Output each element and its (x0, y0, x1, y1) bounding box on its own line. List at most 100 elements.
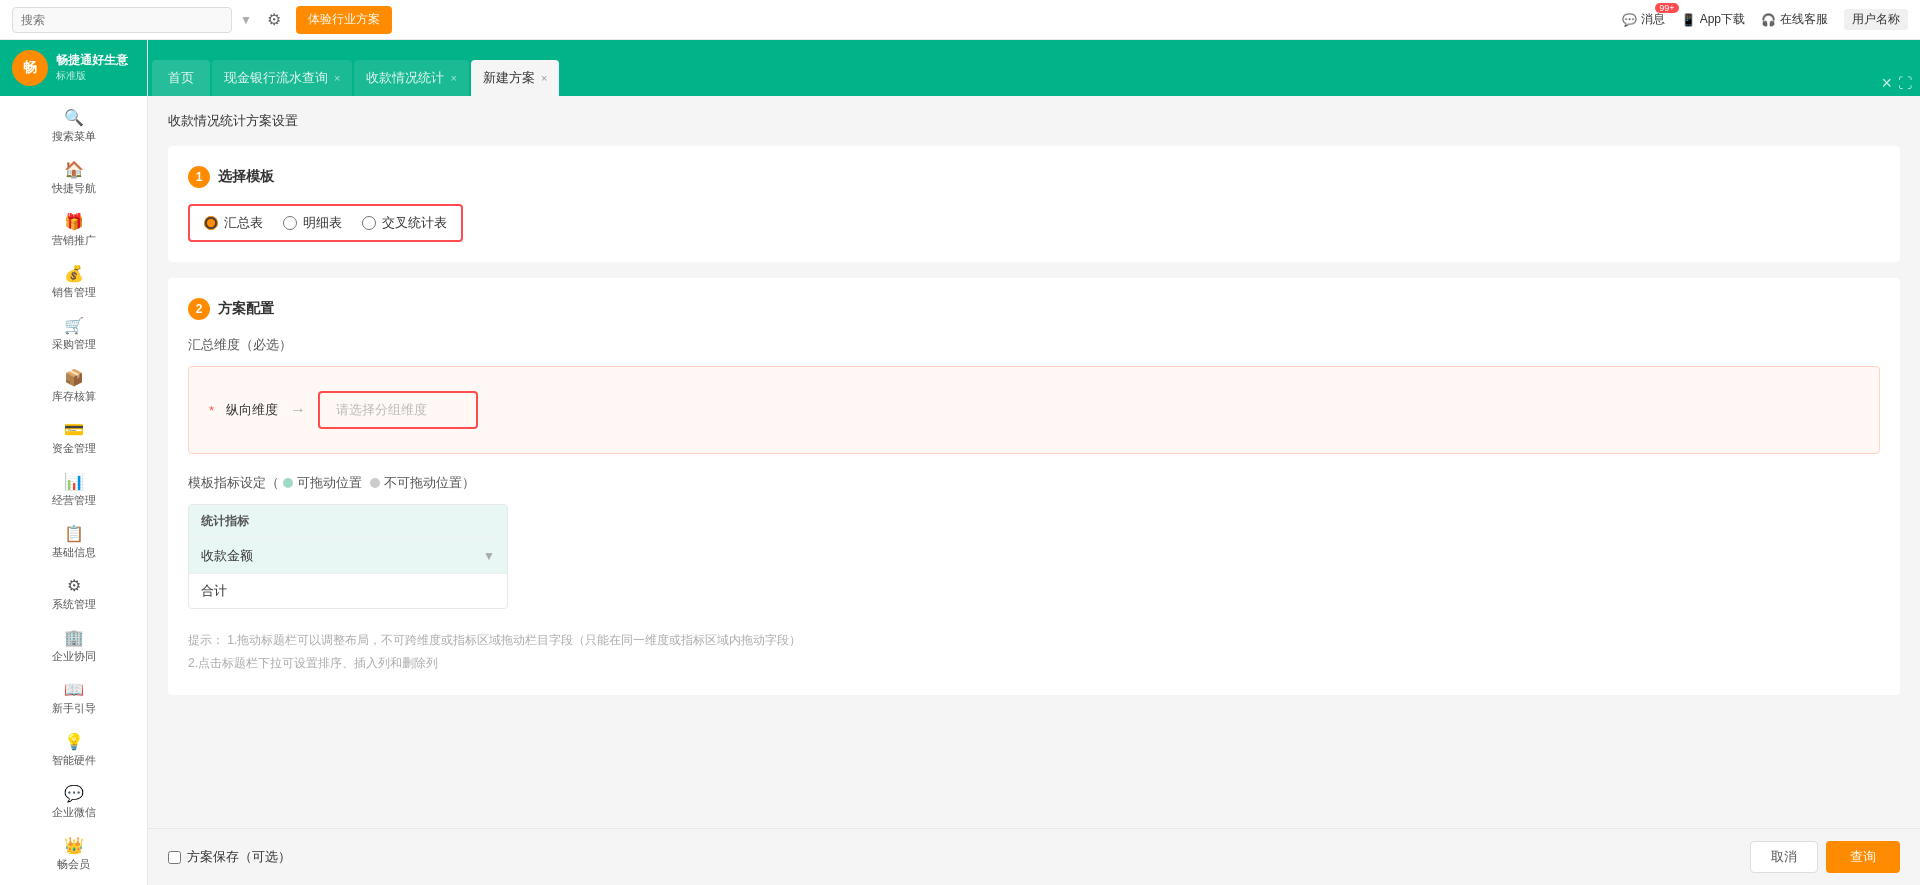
sidebar-item-system[interactable]: ⚙ 系统管理 (0, 568, 147, 620)
notification-item[interactable]: 💬 消息 99+ (1622, 11, 1665, 28)
sidebar-label-purchase: 采购管理 (52, 337, 96, 352)
sidebar-label-nav: 快捷导航 (52, 181, 96, 196)
query-button[interactable]: 查询 (1826, 841, 1900, 873)
save-checkbox[interactable] (168, 851, 181, 864)
tab-bank[interactable]: 现金银行流水查询 × (212, 60, 352, 96)
metrics-dropdown-icon[interactable]: ▼ (483, 549, 495, 563)
step2-title: 方案配置 (218, 300, 274, 318)
industry-button[interactable]: 体验行业方案 (296, 6, 392, 34)
sidebar-label-hardware: 智能硬件 (52, 753, 96, 768)
sidebar-item-search[interactable]: 🔍 搜索菜单 (0, 100, 147, 152)
tip-1: 提示： 1.拖动标题栏可以调整布局，不可跨维度或指标区域拖动栏目字段（只能在同一… (188, 629, 1880, 652)
metrics-table-header: 统计指标 (189, 505, 507, 538)
gear-button[interactable]: ⚙ (260, 6, 288, 34)
tab-new[interactable]: 新建方案 × (471, 60, 559, 96)
sidebar-label-system: 系统管理 (52, 597, 96, 612)
tab-bank-close[interactable]: × (334, 72, 340, 84)
step2-badge: 2 (188, 298, 210, 320)
sidebar-item-wechat[interactable]: 💬 企业微信 (0, 776, 147, 828)
sidebar-icon-system: ⚙ (67, 576, 81, 595)
tab-new-close[interactable]: × (541, 72, 547, 84)
sidebar-icon-search: 🔍 (64, 108, 84, 127)
support-icon: 🎧 (1761, 13, 1776, 27)
tip-2: 2.点击标题栏下拉可设置排序、插入列和删除列 (188, 652, 1880, 675)
sidebar-item-corp[interactable]: 🏢 企业协同 (0, 620, 147, 672)
metrics-col-label: 收款金额 (201, 547, 253, 565)
sidebar-icon-corp: 🏢 (64, 628, 84, 647)
message-icon: 💬 (1622, 13, 1637, 27)
sidebar-item-business[interactable]: 📊 经营管理 (0, 464, 147, 516)
metrics-col-row: 收款金额 ▼ (189, 538, 507, 573)
dim-select-box[interactable]: 请选择分组维度 (318, 391, 478, 429)
not-draggable-label: 不可拖动位置） (384, 474, 475, 492)
sidebar-icon-member: 👑 (64, 836, 84, 855)
sidebar-icon-finance: 💳 (64, 420, 84, 439)
sidebar-item-guide[interactable]: 📖 新手引导 (0, 672, 147, 724)
sidebar-item-hardware[interactable]: 💡 智能硬件 (0, 724, 147, 776)
search-input[interactable] (12, 7, 232, 33)
logo-text: 畅捷通好生意 (56, 53, 128, 69)
save-checkbox-label[interactable]: 方案保存（可选） (168, 848, 291, 866)
sidebar-label-wechat: 企业微信 (52, 805, 96, 820)
sidebar-label-member: 畅会员 (57, 857, 90, 872)
user-name: 用户名称 (1844, 9, 1908, 30)
support-item[interactable]: 🎧 在线客服 (1761, 11, 1828, 28)
step1-title: 选择模板 (218, 168, 274, 186)
sidebar-icon-guide: 📖 (64, 680, 84, 699)
sidebar-icon-wechat: 💬 (64, 784, 84, 803)
step1-badge: 1 (188, 166, 210, 188)
sidebar-label-sales: 销售管理 (52, 285, 96, 300)
sidebar-item-finance[interactable]: 💳 资金管理 (0, 412, 147, 464)
sidebar-icon-marketing: 🎁 (64, 212, 84, 231)
sidebar-icon-nav: 🏠 (64, 160, 84, 179)
notification-badge: 99+ (1655, 3, 1678, 13)
sidebar-icon-purchase: 🛒 (64, 316, 84, 335)
metrics-sum-label: 合计 (201, 583, 227, 598)
sidebar-item-member[interactable]: 👑 畅会员 (0, 828, 147, 880)
sidebar-item-inventory[interactable]: 📦 库存核算 (0, 360, 147, 412)
radio-detail[interactable]: 明细表 (283, 214, 342, 232)
sidebar-item-nav[interactable]: 🏠 快捷导航 (0, 152, 147, 204)
sidebar-label-basic: 基础信息 (52, 545, 96, 560)
sidebar-label-finance: 资金管理 (52, 441, 96, 456)
logo-icon: 畅 (12, 50, 48, 86)
cancel-button[interactable]: 取消 (1750, 841, 1818, 873)
sidebar-icon-basic: 📋 (64, 524, 84, 543)
required-mark: * (209, 403, 214, 418)
sidebar-icon-business: 📊 (64, 472, 84, 491)
sidebar-label-business: 经营管理 (52, 493, 96, 508)
radio-summary[interactable]: 汇总表 (204, 214, 263, 232)
page-body: 收款情况统计方案设置 1 选择模板 汇总表 明细表 (148, 96, 1920, 828)
drag-dot-green (283, 478, 293, 488)
page-title: 收款情况统计方案设置 (168, 112, 1900, 130)
sidebar-icon-hardware: 💡 (64, 732, 84, 751)
tab-receipt[interactable]: 收款情况统计 × (354, 60, 468, 96)
sidebar-item-basic[interactable]: 📋 基础信息 (0, 516, 147, 568)
sidebar-item-sales[interactable]: 💰 销售管理 (0, 256, 147, 308)
dropdown-icon: ▼ (240, 13, 252, 27)
radio-cross[interactable]: 交叉统计表 (362, 214, 447, 232)
download-icon: 📱 (1681, 13, 1696, 27)
vertical-dim-label: 纵向维度 (226, 401, 278, 419)
sidebar-item-marketing[interactable]: 🎁 营销推广 (0, 204, 147, 256)
app-download-item[interactable]: 📱 App下载 (1681, 11, 1745, 28)
metrics-sum-row: 合计 (189, 573, 507, 608)
sidebar-label-inventory: 库存核算 (52, 389, 96, 404)
tab-home[interactable]: 首页 (152, 60, 210, 96)
dim-sub-label: 汇总维度（必选） (188, 336, 1880, 354)
sidebar-label-guide: 新手引导 (52, 701, 96, 716)
tips-section: 提示： 1.拖动标题栏可以调整布局，不可跨维度或指标区域拖动栏目字段（只能在同一… (188, 629, 1880, 675)
sidebar-item-purchase[interactable]: 🛒 采购管理 (0, 308, 147, 360)
tab-receipt-close[interactable]: × (450, 72, 456, 84)
sidebar-label-search: 搜索菜单 (52, 129, 96, 144)
arrow-icon: → (290, 401, 306, 419)
window-close-button[interactable]: × (1881, 74, 1892, 92)
window-expand-button[interactable]: ⛶ (1898, 76, 1912, 90)
metrics-config-label: 模板指标设定（ (188, 474, 279, 492)
logo-area: 畅 畅捷通好生意 标准版 (0, 40, 147, 96)
sidebar-label-corp: 企业协同 (52, 649, 96, 664)
logo-sub: 标准版 (56, 69, 128, 83)
drag-dot-gray (370, 478, 380, 488)
sidebar-icon-sales: 💰 (64, 264, 84, 283)
draggable-label: 可拖动位置 (297, 474, 362, 492)
